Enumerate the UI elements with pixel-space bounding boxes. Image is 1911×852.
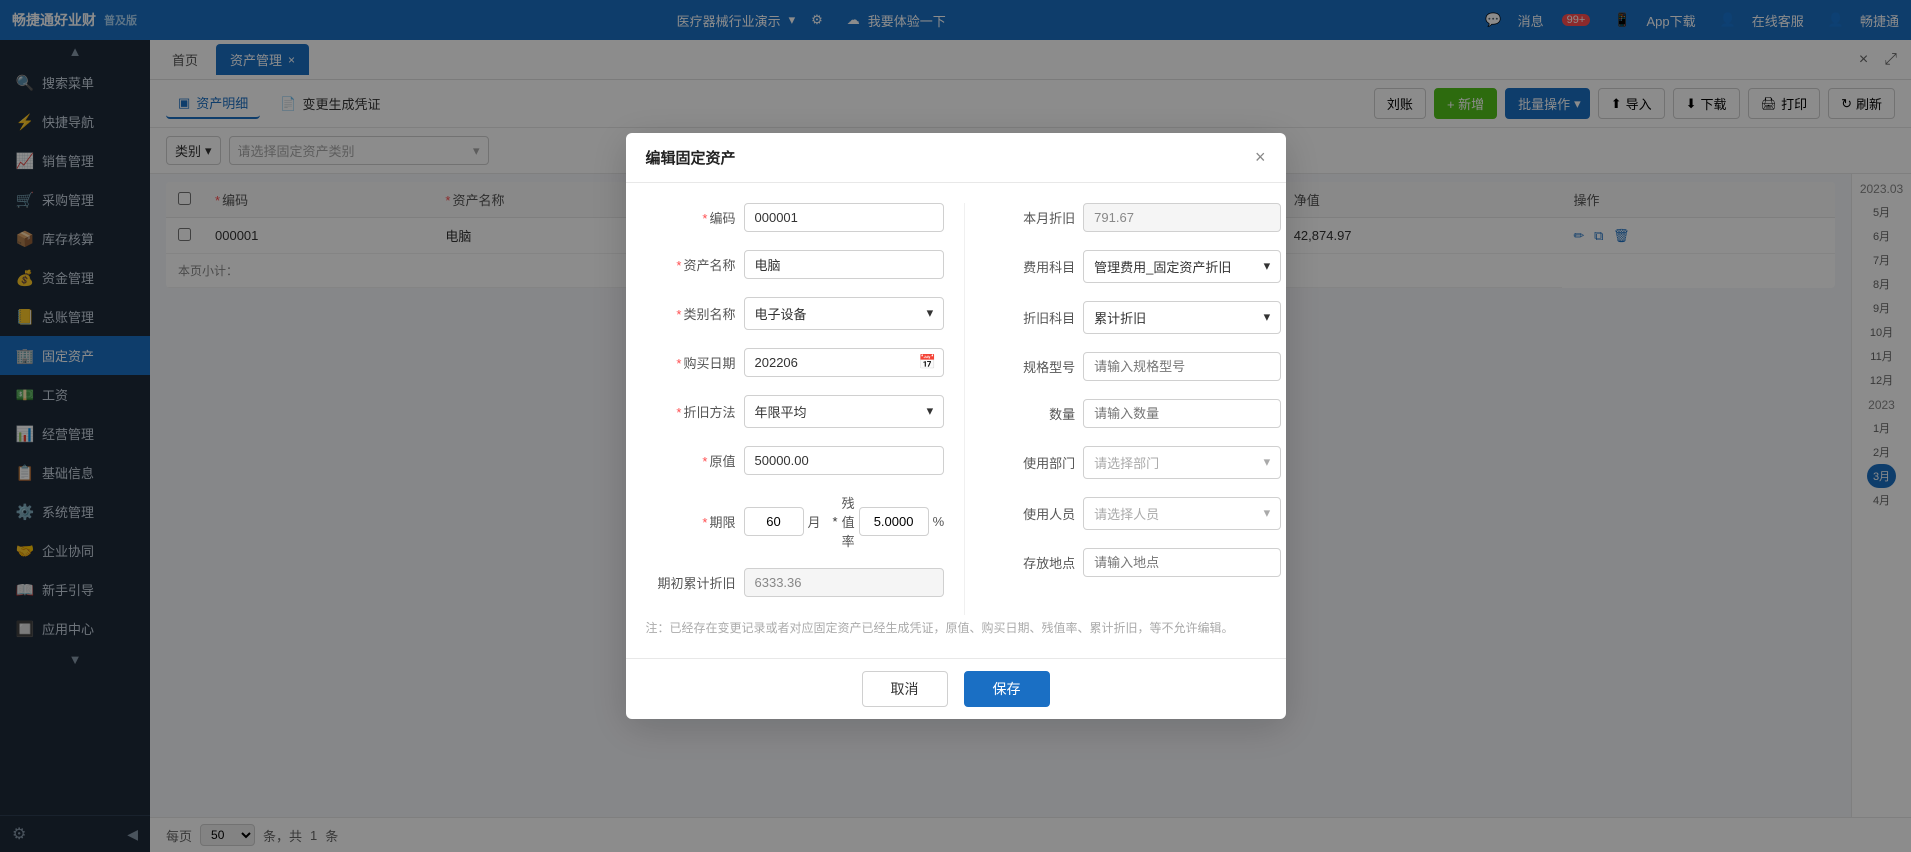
modal-body: *编码 *资产名称 *类别名称 (626, 183, 1286, 658)
dep-method-select[interactable]: 年限平均 ▾ (744, 395, 945, 428)
original-value-label: *原值 (646, 451, 736, 470)
form-row-location: 存放地点 (985, 548, 1281, 577)
period-input[interactable] (744, 507, 804, 536)
dep-method-arrow: ▾ (927, 403, 934, 419)
user-arrow: ▾ (1264, 505, 1271, 521)
department-select[interactable]: 请选择部门 ▾ (1083, 446, 1281, 479)
dep-method-value: 年限平均 (755, 402, 807, 421)
form-row-user: 使用人员 请选择人员 ▾ (985, 497, 1281, 530)
form-col-right: 本月折旧 费用科目 管理费用_固定资产折旧 ▾ (965, 203, 1281, 615)
cancel-button[interactable]: 取消 (862, 671, 948, 707)
purchase-date-wrap: 📅 (744, 348, 945, 377)
expense-subject-select[interactable]: 管理费用_固定资产折旧 ▾ (1083, 250, 1281, 283)
form-row-dep-subject: 折旧科目 累计折旧 ▾ (985, 301, 1281, 334)
residual-rate-pct: % (933, 514, 945, 529)
monthly-dep-input (1083, 203, 1281, 232)
spec-input[interactable] (1083, 352, 1281, 381)
form-row-department: 使用部门 请选择部门 ▾ (985, 446, 1281, 479)
form-row-purchase-date: *购买日期 📅 (646, 348, 945, 377)
form-row-dep-method: *折旧方法 年限平均 ▾ (646, 395, 945, 428)
quantity-label: 数量 (985, 404, 1075, 423)
calendar-icon[interactable]: 📅 (919, 354, 936, 371)
period-unit: 月 (808, 512, 821, 531)
modal-footer: 取消 保存 (626, 658, 1286, 719)
department-placeholder: 请选择部门 (1094, 453, 1159, 472)
save-button[interactable]: 保存 (964, 671, 1050, 707)
form-grid: *编码 *资产名称 *类别名称 (646, 203, 1266, 615)
code-input[interactable] (744, 203, 945, 232)
form-col-left: *编码 *资产名称 *类别名称 (646, 203, 966, 615)
monthly-dep-label: 本月折旧 (985, 208, 1075, 227)
expense-subject-label: 费用科目 (985, 257, 1075, 276)
asset-name-label: *资产名称 (646, 255, 736, 274)
form-row-period: *期限 月 * 残值率 % (646, 493, 945, 550)
residual-rate-label: 残值率 (842, 493, 855, 550)
purchase-date-input[interactable] (744, 348, 945, 377)
department-label: 使用部门 (985, 453, 1075, 472)
modal-overlay: 编辑固定资产 × *编码 *资产名称 (0, 0, 1911, 852)
form-row-original-value: *原值 (646, 446, 945, 475)
category-arrow: ▾ (927, 305, 934, 321)
form-row-category: *类别名称 电子设备 ▾ (646, 297, 945, 330)
original-value-input[interactable] (744, 446, 945, 475)
code-label: *编码 (646, 208, 736, 227)
edit-modal: 编辑固定资产 × *编码 *资产名称 (626, 133, 1286, 719)
quantity-input[interactable] (1083, 399, 1281, 428)
form-row-initial-dep: 期初累计折旧 (646, 568, 945, 597)
expense-subject-arrow: ▾ (1264, 258, 1271, 274)
expense-subject-value: 管理费用_固定资产折旧 (1094, 257, 1231, 276)
category-select[interactable]: 电子设备 ▾ (744, 297, 945, 330)
category-label: *类别名称 (646, 304, 736, 323)
purchase-date-label: *购买日期 (646, 353, 736, 372)
spec-label: 规格型号 (985, 357, 1075, 376)
modal-header: 编辑固定资产 × (626, 133, 1286, 183)
form-row-expense-subject: 费用科目 管理费用_固定资产折旧 ▾ (985, 250, 1281, 283)
location-input[interactable] (1083, 548, 1281, 577)
user-placeholder: 请选择人员 (1094, 504, 1159, 523)
dep-subject-value: 累计折旧 (1094, 308, 1146, 327)
location-label: 存放地点 (985, 553, 1075, 572)
period-row: 月 * 残值率 % (744, 493, 945, 550)
dep-subject-select[interactable]: 累计折旧 ▾ (1083, 301, 1281, 334)
form-row-code: *编码 (646, 203, 945, 232)
form-row-quantity: 数量 (985, 399, 1281, 428)
initial-dep-input[interactable] (744, 568, 945, 597)
department-arrow: ▾ (1264, 454, 1271, 470)
form-row-spec: 规格型号 (985, 352, 1281, 381)
user-field-label: 使用人员 (985, 504, 1075, 523)
dep-subject-arrow: ▾ (1264, 309, 1271, 325)
residual-rate-input[interactable] (859, 507, 929, 536)
category-value: 电子设备 (755, 304, 807, 323)
period-label: *期限 (646, 512, 736, 531)
modal-close-btn[interactable]: × (1255, 148, 1266, 166)
dep-method-label: *折旧方法 (646, 402, 736, 421)
modal-note: 注：已经存在变更记录或者对应固定资产已经生成凭证，原值、购买日期、残值率、累计折… (646, 619, 1266, 638)
asset-name-input[interactable] (744, 250, 945, 279)
form-row-asset-name: *资产名称 (646, 250, 945, 279)
modal-title: 编辑固定资产 (646, 147, 736, 168)
initial-dep-label: 期初累计折旧 (646, 573, 736, 592)
dep-subject-label: 折旧科目 (985, 308, 1075, 327)
form-row-monthly-dep: 本月折旧 (985, 203, 1281, 232)
user-select[interactable]: 请选择人员 ▾ (1083, 497, 1281, 530)
